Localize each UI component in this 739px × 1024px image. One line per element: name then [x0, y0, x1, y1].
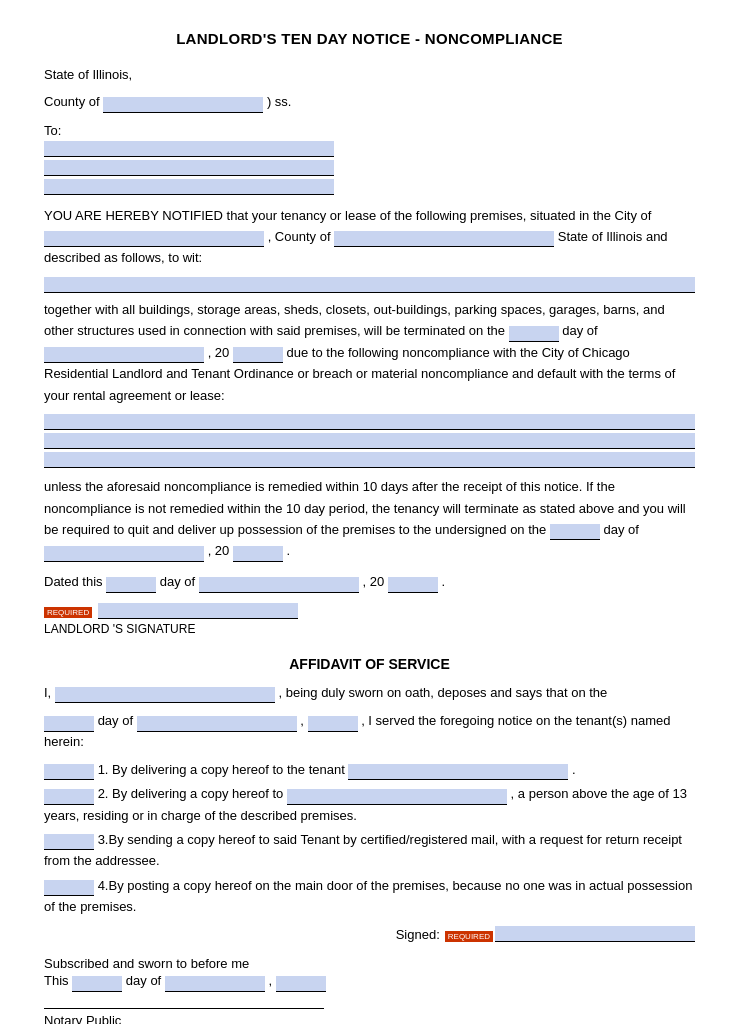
termination-year-field[interactable] — [233, 347, 283, 363]
to-block: To: — [44, 123, 695, 195]
noncompliance-field-1[interactable] — [44, 414, 695, 430]
signed-required-tag: REQUIRED — [445, 931, 493, 942]
landlord-sig-field[interactable] — [98, 603, 298, 619]
affidavit-day-line: day of , , I served the foregoing notice… — [44, 711, 695, 753]
subscribed-year-field[interactable] — [276, 976, 326, 992]
together-paragraph: together with all buildings, storage are… — [44, 299, 695, 406]
dated-day-field[interactable] — [106, 577, 156, 593]
quit-month-field[interactable] — [44, 546, 204, 562]
subscribed-day-field[interactable] — [72, 976, 122, 992]
dated-line: Dated this day of , 20 . — [44, 572, 695, 593]
quit-year-field[interactable] — [233, 546, 283, 562]
to-field-3[interactable] — [44, 179, 334, 195]
subscribed-month-field[interactable] — [165, 976, 265, 992]
signed-field[interactable] — [495, 926, 695, 942]
affidavit-year-field[interactable] — [308, 716, 358, 732]
item2-blank[interactable] — [44, 789, 94, 805]
item1-tenant-field[interactable] — [348, 764, 568, 780]
affidavit-item-2: 2. By delivering a copy hereof to , a pe… — [44, 783, 695, 826]
unless-paragraph: unless the aforesaid noncompliance is re… — [44, 476, 695, 562]
notary-sig-line — [44, 1008, 324, 1009]
premises-field[interactable] — [44, 277, 695, 293]
affidavit-intro-line: I, , being duly sworn on oath, deposes a… — [44, 682, 695, 703]
item1-blank[interactable] — [44, 764, 94, 780]
affiant-name-field[interactable] — [55, 687, 275, 703]
affidavit-item-3: 3.By sending a copy hereof to said Tenan… — [44, 829, 695, 872]
dated-month-field[interactable] — [199, 577, 359, 593]
item4-blank[interactable] — [44, 880, 94, 896]
noncompliance-block — [44, 414, 695, 468]
affidavit-month-field[interactable] — [137, 716, 297, 732]
subscribed-block: Subscribed and sworn to before me This d… — [44, 956, 695, 1024]
termination-month-field[interactable] — [44, 347, 204, 363]
county-field-2[interactable] — [334, 231, 554, 247]
landlord-sig-label: LANDLORD 'S SIGNATURE — [44, 622, 695, 636]
item2-person-field[interactable] — [287, 789, 507, 805]
county-line: County of ) ss. — [44, 92, 695, 113]
city-field[interactable] — [44, 231, 264, 247]
to-field-2[interactable] — [44, 160, 334, 176]
subscribed-label: Subscribed and sworn to before me — [44, 956, 695, 971]
to-field-1[interactable] — [44, 141, 334, 157]
dated-year-field[interactable] — [388, 577, 438, 593]
quit-day-field[interactable] — [550, 524, 600, 540]
termination-day-field[interactable] — [509, 326, 559, 342]
affidavit-day-field[interactable] — [44, 716, 94, 732]
noncompliance-field-3[interactable] — [44, 452, 695, 468]
required-tag: REQUIRED — [44, 607, 92, 618]
page-title: LANDLORD'S TEN DAY NOTICE - NONCOMPLIANC… — [44, 30, 695, 47]
affidavit-title: AFFIDAVIT OF SERVICE — [44, 656, 695, 672]
this-day-line: This day of , — [44, 971, 695, 992]
county-field[interactable] — [103, 97, 263, 113]
affidavit-item-1: 1. By delivering a copy hereof to the te… — [44, 759, 695, 780]
item3-blank[interactable] — [44, 834, 94, 850]
state-line: State of Illinois, — [44, 65, 695, 86]
notified-paragraph: YOU ARE HEREBY NOTIFIED that your tenanc… — [44, 205, 695, 269]
affidavit-item-4: 4.By posting a copy hereof on the main d… — [44, 875, 695, 918]
noncompliance-field-2[interactable] — [44, 433, 695, 449]
signature-block: REQUIRED LANDLORD 'S SIGNATURE — [44, 603, 695, 636]
signed-block: Signed: REQUIRED — [44, 926, 695, 942]
notary-label: Notary Public — [44, 1013, 695, 1024]
